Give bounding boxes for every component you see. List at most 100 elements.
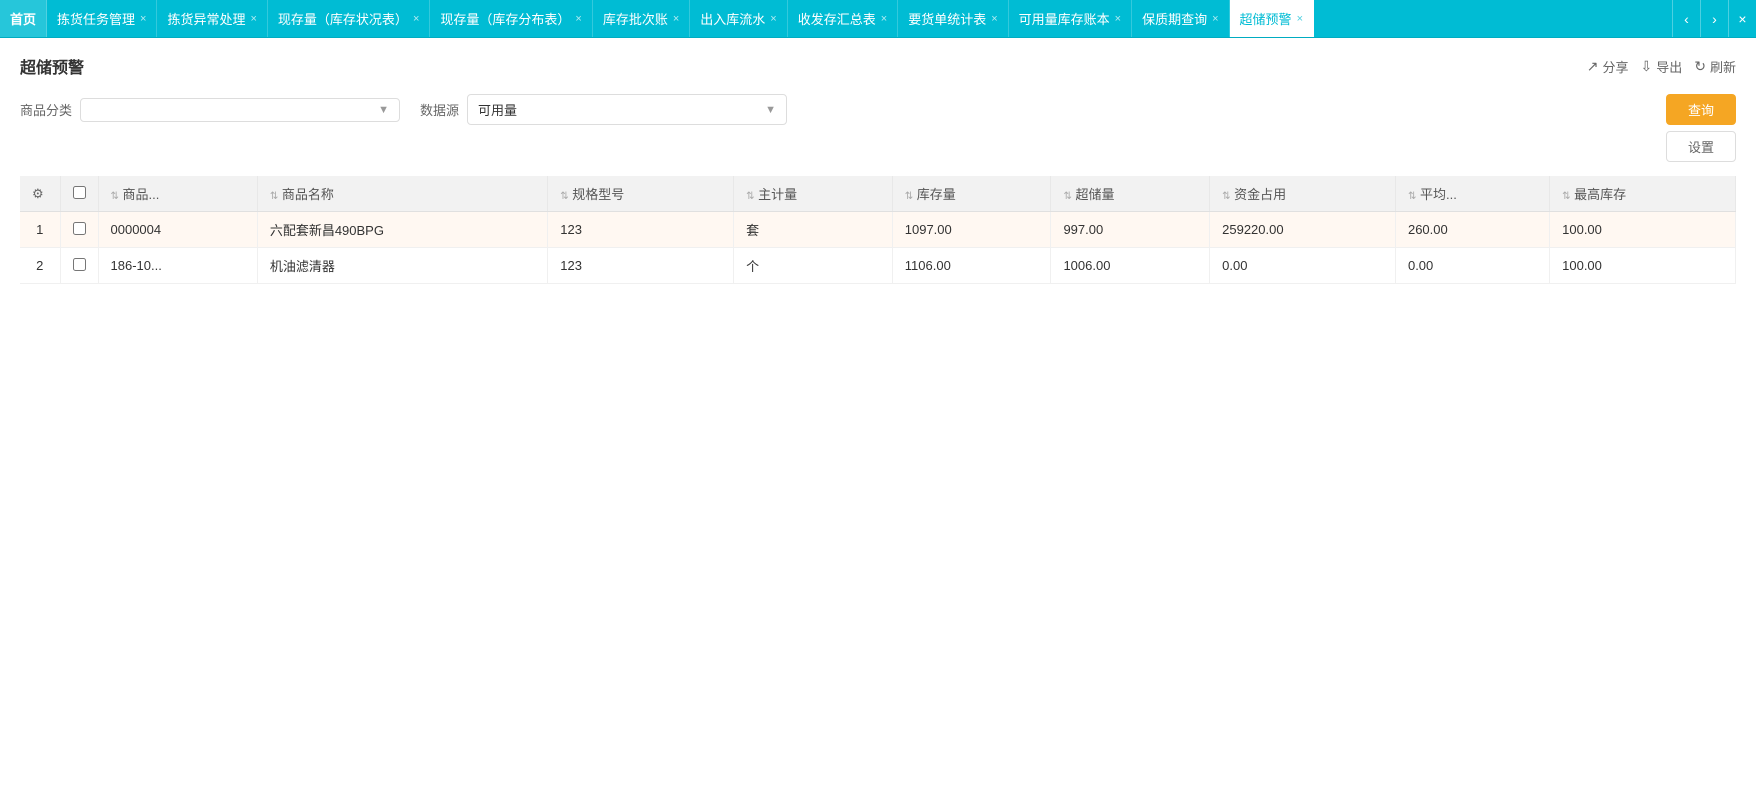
row-checkbox[interactable]: [73, 258, 86, 271]
refresh-button[interactable]: ↻ 刷新: [1694, 57, 1736, 76]
sort-icon-overstock: ⇅: [1063, 191, 1071, 202]
action-buttons: 查询 设置: [1666, 94, 1736, 162]
category-select[interactable]: ▼: [80, 98, 400, 122]
nav-receive-summary-close[interactable]: ×: [881, 13, 887, 25]
nav-exception-handle[interactable]: 拣货异常处理 ×: [157, 0, 267, 37]
nav-exception-handle-label: 拣货异常处理: [167, 9, 245, 28]
row-avg: 260.00: [1395, 212, 1549, 248]
share-icon: ↗: [1587, 58, 1599, 75]
nav-inout-flow-close[interactable]: ×: [770, 13, 776, 25]
table-header-row: ⚙ ⇅ 商品... ⇅ 商品名称 ⇅ 规格型号 ⇅: [20, 176, 1736, 212]
nav-prev-arrow[interactable]: ‹: [1672, 0, 1700, 38]
datasource-select[interactable]: 可用量 ▼: [467, 94, 787, 125]
th-product-code[interactable]: ⇅ 商品...: [98, 176, 257, 212]
row-max-stock: 100.00: [1550, 212, 1736, 248]
nav-inventory-status[interactable]: 现存量（库存状况表） ×: [268, 0, 430, 37]
nav-overstock-warning[interactable]: 超储预警 ×: [1230, 0, 1314, 37]
nav-available-account-close[interactable]: ×: [1115, 13, 1121, 25]
sort-icon-spec: ⇅: [560, 191, 568, 202]
category-filter: 商品分类 ▼: [20, 94, 400, 125]
row-max-stock: 100.00: [1550, 248, 1736, 284]
nav-order-stats-close[interactable]: ×: [991, 13, 997, 25]
sort-icon-avg: ⇅: [1408, 191, 1416, 202]
nav-task-mgmt-label: 拣货任务管理: [57, 9, 135, 28]
row-spec: 123: [548, 212, 734, 248]
share-button[interactable]: ↗ 分享: [1587, 57, 1629, 76]
category-label: 商品分类: [20, 100, 72, 119]
row-capital: 259220.00: [1210, 212, 1396, 248]
nav-batch-account-label: 库存批次账: [603, 9, 668, 28]
row-stock: 1106.00: [892, 248, 1051, 284]
row-product-code: 0000004: [98, 212, 257, 248]
th-settings: ⚙: [20, 176, 60, 212]
row-unit: 套: [734, 212, 893, 248]
row-no: 1: [20, 212, 60, 248]
export-button[interactable]: ⇩ 导出: [1641, 57, 1683, 76]
nav-inventory-status-close[interactable]: ×: [413, 13, 419, 25]
nav-receive-summary[interactable]: 收发存汇总表 ×: [788, 0, 898, 37]
header-actions: ↗ 分享 ⇩ 导出 ↻ 刷新: [1587, 57, 1736, 76]
sort-icon-capital: ⇅: [1222, 191, 1230, 202]
nav-shelf-life-close[interactable]: ×: [1212, 13, 1218, 25]
row-avg: 0.00: [1395, 248, 1549, 284]
row-overstock: 997.00: [1051, 212, 1210, 248]
th-product-name[interactable]: ⇅ 商品名称: [257, 176, 547, 212]
datasource-select-value: 可用量: [478, 100, 517, 119]
settings-gear-icon[interactable]: ⚙: [32, 186, 44, 201]
th-unit[interactable]: ⇅ 主计量: [734, 176, 893, 212]
nav-shelf-life[interactable]: 保质期查询 ×: [1132, 0, 1229, 37]
query-button[interactable]: 查询: [1666, 94, 1736, 125]
table-row: 2 186-10... 机油滤清器 123 个 1106.00 1006.00 …: [20, 248, 1736, 284]
th-capital[interactable]: ⇅ 资金占用: [1210, 176, 1396, 212]
nav-inventory-status-label: 现存量（库存状况表）: [278, 9, 408, 28]
nav-home-label: 首页: [10, 9, 36, 28]
nav-task-mgmt-close[interactable]: ×: [140, 13, 146, 25]
nav-receive-summary-label: 收发存汇总表: [798, 9, 876, 28]
filters-main: 商品分类 ▼ 数据源 可用量 ▼: [20, 94, 1636, 125]
nav-batch-account-close[interactable]: ×: [673, 13, 679, 25]
th-stock-label: 库存量: [917, 187, 956, 202]
th-avg[interactable]: ⇅ 平均...: [1395, 176, 1549, 212]
th-max-stock-label: 最高库存: [1574, 187, 1626, 202]
nav-available-account[interactable]: 可用量库存账本 ×: [1009, 0, 1132, 37]
nav-overstock-warning-close[interactable]: ×: [1297, 13, 1303, 25]
th-product-name-label: 商品名称: [282, 187, 334, 202]
nav-batch-account[interactable]: 库存批次账 ×: [593, 0, 690, 37]
nav-inventory-dist-close[interactable]: ×: [575, 13, 581, 25]
filter-area: 商品分类 ▼ 数据源 可用量 ▼ 查询 设置: [20, 94, 1736, 162]
data-table: ⚙ ⇅ 商品... ⇅ 商品名称 ⇅ 规格型号 ⇅: [20, 176, 1736, 284]
th-spec[interactable]: ⇅ 规格型号: [548, 176, 734, 212]
th-product-code-label: 商品...: [123, 187, 160, 202]
sort-icon-stock: ⇅: [905, 191, 913, 202]
datasource-label: 数据源: [420, 100, 459, 119]
nav-task-mgmt[interactable]: 拣货任务管理 ×: [47, 0, 157, 37]
table-row: 1 0000004 六配套新昌490BPG 123 套 1097.00 997.…: [20, 212, 1736, 248]
table-header: ⚙ ⇅ 商品... ⇅ 商品名称 ⇅ 规格型号 ⇅: [20, 176, 1736, 212]
datasource-dropdown-icon: ▼: [765, 104, 776, 116]
th-capital-label: 资金占用: [1234, 187, 1286, 202]
th-unit-label: 主计量: [758, 187, 797, 202]
nav-next-arrow[interactable]: ›: [1700, 0, 1728, 38]
th-overstock[interactable]: ⇅ 超储量: [1051, 176, 1210, 212]
page-header: 超储预警 ↗ 分享 ⇩ 导出 ↻ 刷新: [20, 54, 1736, 78]
row-checkbox[interactable]: [73, 222, 86, 235]
row-checkbox-cell: [60, 248, 98, 284]
nav-order-stats[interactable]: 要货单统计表 ×: [898, 0, 1008, 37]
row-stock: 1097.00: [892, 212, 1051, 248]
th-stock[interactable]: ⇅ 库存量: [892, 176, 1051, 212]
nav-available-account-label: 可用量库存账本: [1019, 9, 1110, 28]
nav-home[interactable]: 首页: [0, 0, 47, 37]
export-icon: ⇩: [1641, 58, 1653, 75]
nav-inout-flow[interactable]: 出入库流水 ×: [690, 0, 787, 37]
refresh-label: 刷新: [1710, 57, 1736, 76]
top-nav: 首页 拣货任务管理 × 拣货异常处理 × 现存量（库存状况表） × 现存量（库存…: [0, 0, 1756, 38]
nav-inventory-dist[interactable]: 现存量（库存分布表） ×: [430, 0, 592, 37]
th-max-stock[interactable]: ⇅ 最高库存: [1550, 176, 1736, 212]
nav-close-arrow[interactable]: ×: [1728, 0, 1756, 38]
category-dropdown-icon: ▼: [378, 104, 389, 116]
nav-order-stats-label: 要货单统计表: [908, 9, 986, 28]
row-product-code: 186-10...: [98, 248, 257, 284]
setting-button[interactable]: 设置: [1666, 131, 1736, 162]
nav-exception-handle-close[interactable]: ×: [250, 13, 256, 25]
select-all-checkbox[interactable]: [73, 186, 86, 199]
